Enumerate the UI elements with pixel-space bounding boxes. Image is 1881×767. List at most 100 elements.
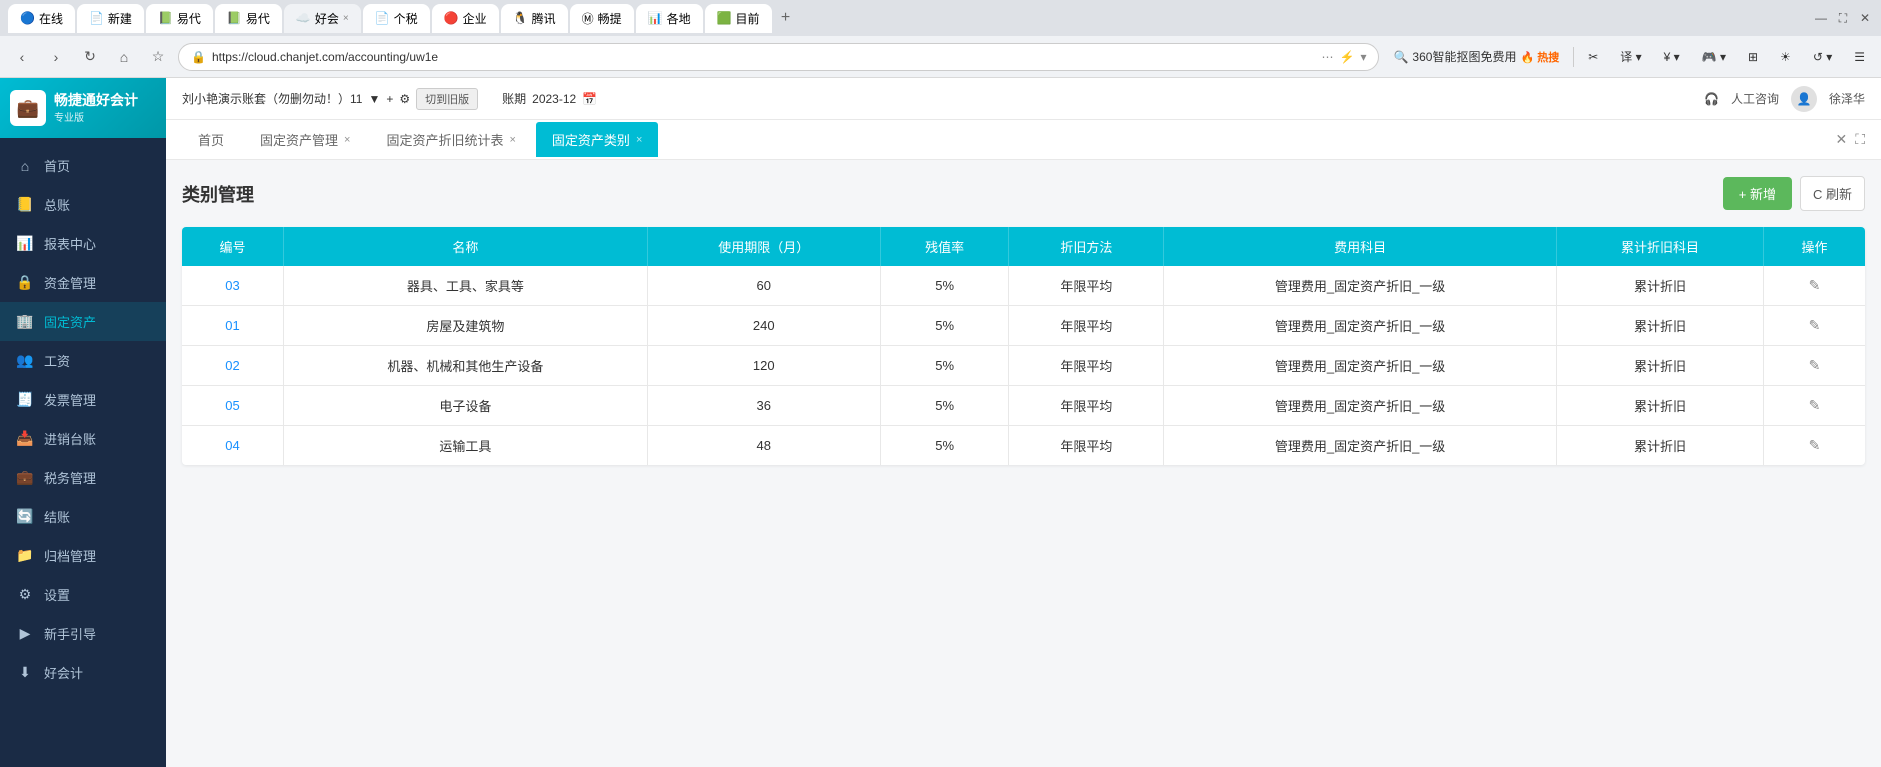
tab-close-icon[interactable]: × bbox=[509, 134, 515, 146]
scissors-tool[interactable]: ✂ bbox=[1580, 43, 1606, 71]
tab-close-icon[interactable]: × bbox=[343, 13, 349, 24]
close-window-button[interactable]: ✕ bbox=[1857, 10, 1873, 26]
support-label[interactable]: 人工咨询 bbox=[1731, 90, 1779, 107]
address-bar[interactable]: 🔒 https://cloud.chanjet.com/accounting/u… bbox=[178, 43, 1379, 71]
back-button[interactable]: ‹ bbox=[8, 43, 36, 71]
cell-code[interactable]: 04 bbox=[182, 426, 284, 466]
cell-code[interactable]: 05 bbox=[182, 386, 284, 426]
cell-accum: 累计折旧 bbox=[1556, 306, 1763, 346]
sidebar-item-reports[interactable]: 📊 报表中心 bbox=[0, 224, 166, 263]
sidebar-item-stock[interactable]: 📥 进销台账 bbox=[0, 419, 166, 458]
refresh-nav-button[interactable]: ↻ bbox=[76, 43, 104, 71]
sidebar-item-more[interactable]: ⬇ 好会计 bbox=[0, 653, 166, 692]
edit-icon[interactable]: ✎ bbox=[1809, 277, 1821, 293]
cell-name: 电子设备 bbox=[284, 386, 648, 426]
undo-tool[interactable]: ↺ ▾ bbox=[1805, 43, 1840, 71]
cell-action[interactable]: ✎ bbox=[1763, 426, 1865, 466]
bookmark-button[interactable]: ☆ bbox=[144, 43, 172, 71]
new-tab-button[interactable]: + bbox=[774, 6, 798, 30]
edit-icon[interactable]: ✎ bbox=[1809, 357, 1821, 373]
tab-home[interactable]: 首页 bbox=[182, 122, 240, 157]
sidebar-item-funds[interactable]: 🔒 资金管理 bbox=[0, 263, 166, 302]
browser-tab-geshui[interactable]: 📄 个税 bbox=[363, 4, 430, 33]
browser-tab-yid1[interactable]: 📗 易代 bbox=[146, 4, 213, 33]
tab-fixed-assets-mgmt[interactable]: 固定资产管理 × bbox=[244, 122, 366, 157]
browser-tab-muqian[interactable]: 🟩 目前 bbox=[705, 4, 772, 33]
sidebar-item-label: 总账 bbox=[44, 195, 70, 214]
sidebar-item-closing[interactable]: 🔄 结账 bbox=[0, 497, 166, 536]
sidebar-item-invoice[interactable]: 🧾 发票管理 bbox=[0, 380, 166, 419]
col-accum: 累计折旧科目 bbox=[1556, 227, 1763, 266]
edit-icon[interactable]: ✎ bbox=[1809, 437, 1821, 453]
sidebar-item-payroll[interactable]: 👥 工资 bbox=[0, 341, 166, 380]
cell-action[interactable]: ✎ bbox=[1763, 266, 1865, 306]
settings-header-icon[interactable]: ⚙ bbox=[399, 92, 410, 106]
browser-tab-yid2[interactable]: 📗 易代 bbox=[215, 4, 282, 33]
expand-icon: ▾ bbox=[1360, 50, 1366, 64]
browser-tab-gedi[interactable]: 📊 各地 bbox=[636, 4, 703, 33]
game-tool[interactable]: 🎮 ▾ bbox=[1694, 43, 1734, 71]
browser-tab-changt[interactable]: Ⓜ 畅提 bbox=[570, 4, 634, 33]
layout-tool[interactable]: ⊞ bbox=[1740, 43, 1766, 71]
browser-tab-haohui[interactable]: ☁️ 好会 × bbox=[284, 4, 361, 33]
sidebar-item-archive[interactable]: 📁 归档管理 bbox=[0, 536, 166, 575]
currency-tool[interactable]: ¥ ▾ bbox=[1656, 43, 1688, 71]
browser-tab-bar: 🔵 在线 📄 新建 📗 易代 📗 易代 ☁️ 好会 × 📄 个税 🔴 企业 bbox=[8, 4, 1809, 33]
sidebar-menu: ⌂ 首页 📒 总账 📊 报表中心 🔒 资金管理 🏢 固定资产 👥 工资 bbox=[0, 138, 166, 767]
sun-tool[interactable]: ☀ bbox=[1772, 43, 1799, 71]
ledger-icon: 📒 bbox=[16, 196, 34, 214]
expand-tab-icon[interactable]: ⛶ bbox=[1855, 131, 1865, 148]
tab-close-icon[interactable]: × bbox=[636, 134, 642, 146]
cell-name: 运输工具 bbox=[284, 426, 648, 466]
tab-close-icon[interactable]: × bbox=[344, 134, 350, 146]
cell-accum: 累计折旧 bbox=[1556, 346, 1763, 386]
close-tab-icon[interactable]: ✕ bbox=[1835, 131, 1847, 148]
tab-favicon: 📊 bbox=[648, 11, 663, 25]
sidebar-item-label: 归档管理 bbox=[44, 546, 96, 565]
tab-depreciation-stats-label: 固定资产折旧统计表 bbox=[386, 130, 503, 149]
page-title: 类别管理 bbox=[182, 181, 254, 207]
maximize-window-button[interactable]: ⛶ bbox=[1835, 10, 1851, 26]
tab-favicon: 📗 bbox=[158, 11, 173, 25]
cell-action[interactable]: ✎ bbox=[1763, 306, 1865, 346]
browser-tab-qiye[interactable]: 🔴 企业 bbox=[432, 4, 499, 33]
cell-code[interactable]: 03 bbox=[182, 266, 284, 306]
tab-asset-categories[interactable]: 固定资产类别 × bbox=[536, 122, 658, 157]
minimize-window-button[interactable]: — bbox=[1813, 10, 1829, 26]
sidebar-item-home[interactable]: ⌂ 首页 bbox=[0, 146, 166, 185]
cell-action[interactable]: ✎ bbox=[1763, 386, 1865, 426]
forward-button[interactable]: › bbox=[42, 43, 70, 71]
col-residual: 残值率 bbox=[880, 227, 1009, 266]
sidebar-item-guide[interactable]: ▶ 新手引导 bbox=[0, 614, 166, 653]
refresh-button[interactable]: C 刷新 bbox=[1800, 176, 1865, 211]
menu-button[interactable]: ☰ bbox=[1846, 43, 1873, 71]
add-category-button[interactable]: + 新增 bbox=[1723, 177, 1792, 210]
sidebar-item-settings[interactable]: ⚙ 设置 bbox=[0, 575, 166, 614]
sidebar-item-ledger[interactable]: 📒 总账 bbox=[0, 185, 166, 224]
browser-tab-new[interactable]: 📄 新建 bbox=[77, 4, 144, 33]
archive-icon: 📁 bbox=[16, 547, 34, 565]
cell-code[interactable]: 01 bbox=[182, 306, 284, 346]
sidebar-item-tax[interactable]: 💼 税务管理 bbox=[0, 458, 166, 497]
sidebar-item-fixed-assets[interactable]: 🏢 固定资产 bbox=[0, 302, 166, 341]
edit-icon[interactable]: ✎ bbox=[1809, 397, 1821, 413]
switch-version-button[interactable]: 切到旧版 bbox=[416, 88, 478, 110]
tab-label: 目前 bbox=[736, 10, 760, 27]
calendar-icon[interactable]: 📅 bbox=[582, 92, 597, 106]
home-nav-button[interactable]: ⌂ bbox=[110, 43, 138, 71]
sidebar-item-label: 设置 bbox=[44, 585, 70, 604]
browser-tab-zaix[interactable]: 🔵 在线 bbox=[8, 4, 75, 33]
tab-depreciation-stats[interactable]: 固定资产折旧统计表 × bbox=[370, 122, 531, 157]
edit-icon[interactable]: ✎ bbox=[1809, 317, 1821, 333]
cell-method: 年限平均 bbox=[1009, 346, 1164, 386]
search-bar[interactable]: 🔍 360智能抠图免费用 🔥 热搜 bbox=[1385, 43, 1567, 71]
cell-residual: 5% bbox=[880, 306, 1009, 346]
support-icon: 🎧 bbox=[1704, 92, 1719, 106]
translate-tool[interactable]: 译 ▾ bbox=[1612, 43, 1649, 71]
add-company-button[interactable]: + bbox=[386, 92, 393, 106]
tab-label: 在线 bbox=[39, 10, 63, 27]
browser-tab-tengxun[interactable]: 🐧 腾讯 bbox=[501, 4, 568, 33]
cell-action[interactable]: ✎ bbox=[1763, 346, 1865, 386]
cell-code[interactable]: 02 bbox=[182, 346, 284, 386]
cell-period: 120 bbox=[647, 346, 880, 386]
